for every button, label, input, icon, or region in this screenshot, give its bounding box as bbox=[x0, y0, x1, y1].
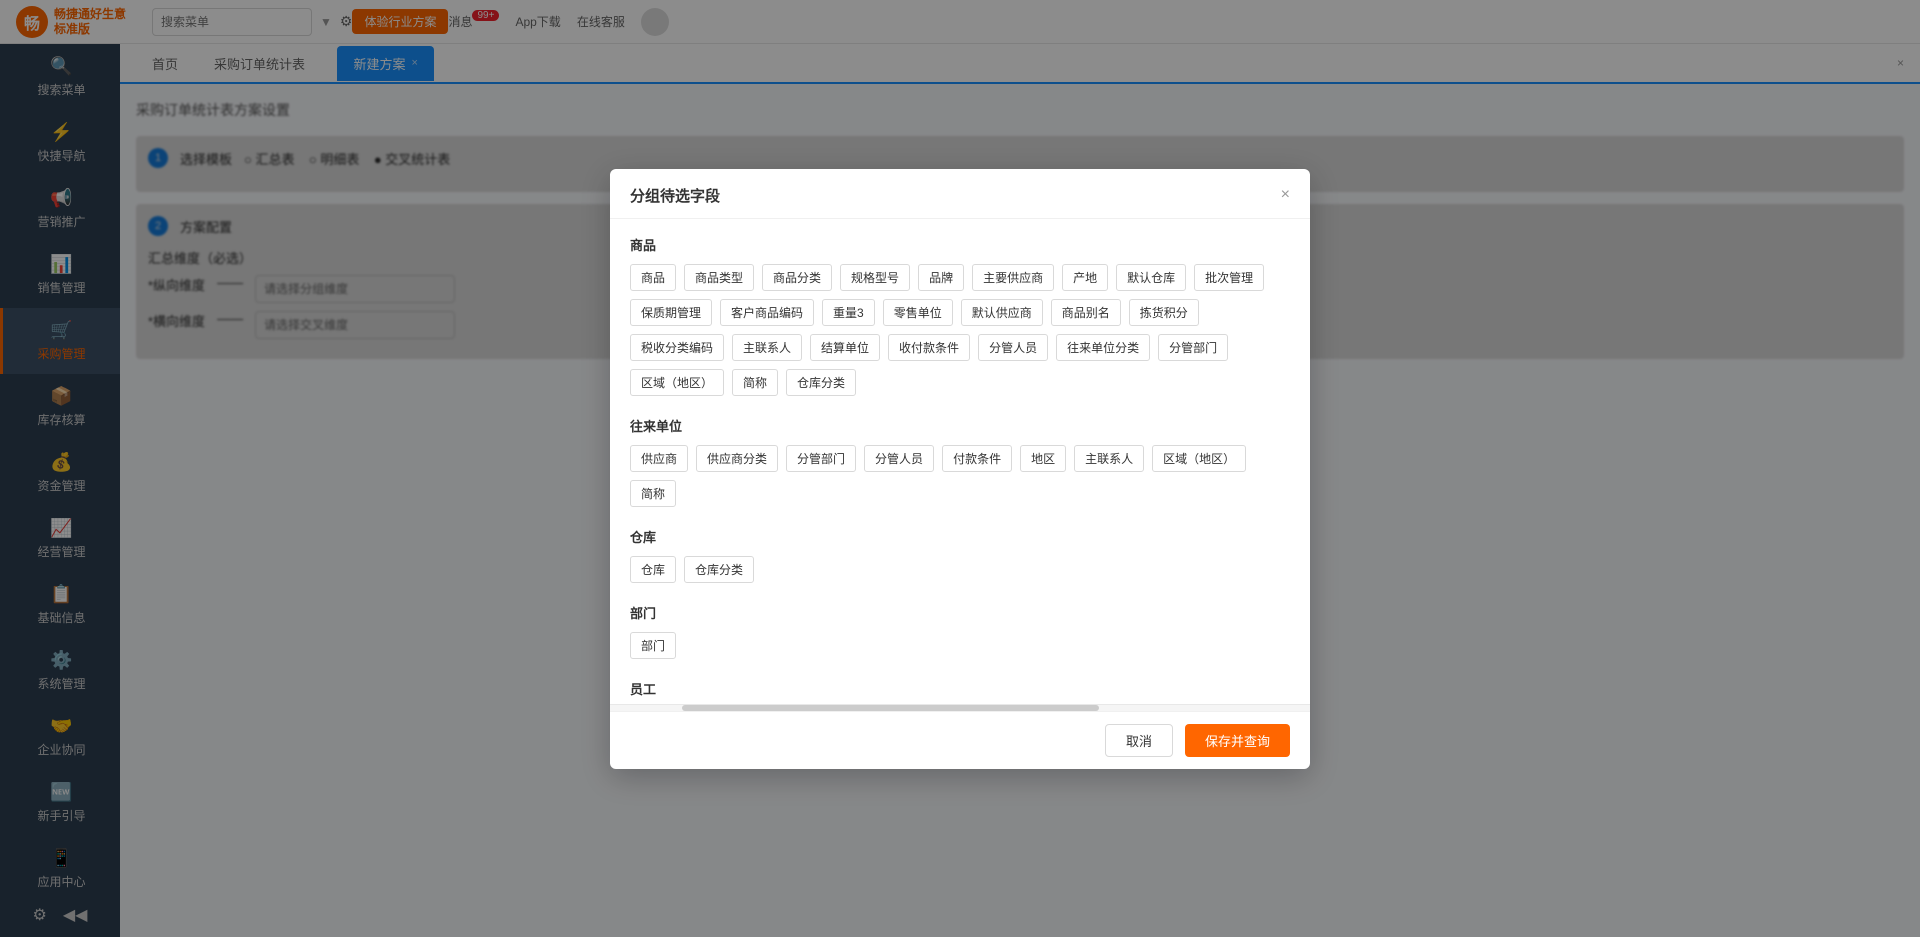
field-tags-warehouse: 仓库 仓库分类 bbox=[630, 556, 1290, 583]
field-tags-goods: 商品 商品类型 商品分类 规格型号 品牌 主要供应商 产地 默认仓库 批次管理 … bbox=[630, 264, 1290, 396]
modal-field-selector: 分组待选字段 × 商品 商品 商品类型 商品分类 规格型号 品牌 主要供应商 产… bbox=[610, 169, 1310, 769]
modal-confirm-btn[interactable]: 保存并查询 bbox=[1185, 724, 1290, 757]
field-tag-retail-unit[interactable]: 零售单位 bbox=[883, 299, 953, 326]
field-tag-weight[interactable]: 重量3 bbox=[822, 299, 875, 326]
field-section-goods: 商品 商品 商品类型 商品分类 规格型号 品牌 主要供应商 产地 默认仓库 批次… bbox=[630, 235, 1290, 396]
field-tag-main-supplier[interactable]: 主要供应商 bbox=[972, 264, 1054, 291]
field-section-department: 部门 部门 bbox=[630, 603, 1290, 659]
field-tag-supplier[interactable]: 供应商 bbox=[630, 445, 688, 472]
field-section-partner: 往来单位 供应商 供应商分类 分管部门 分管人员 付款条件 地区 主联系人 区域… bbox=[630, 416, 1290, 507]
modal-close-btn[interactable]: × bbox=[1281, 186, 1290, 204]
field-tag-warehouse-category[interactable]: 仓库分类 bbox=[786, 369, 856, 396]
modal-title: 分组待选字段 bbox=[630, 185, 720, 206]
field-tag-partner-contact[interactable]: 主联系人 bbox=[1074, 445, 1144, 472]
section-title-goods: 商品 bbox=[630, 235, 1290, 254]
field-tag-main-contact[interactable]: 主联系人 bbox=[732, 334, 802, 361]
field-tag-origin[interactable]: 产地 bbox=[1062, 264, 1108, 291]
field-tag-shelf-life[interactable]: 保质期管理 bbox=[630, 299, 712, 326]
field-tags-partner: 供应商 供应商分类 分管部门 分管人员 付款条件 地区 主联系人 区域（地区） … bbox=[630, 445, 1290, 507]
field-tag-tax-code[interactable]: 税收分类编码 bbox=[630, 334, 724, 361]
modal-body[interactable]: 商品 商品 商品类型 商品分类 规格型号 品牌 主要供应商 产地 默认仓库 批次… bbox=[610, 219, 1310, 704]
field-tag-short-name[interactable]: 简称 bbox=[732, 369, 778, 396]
field-tag-partner-category[interactable]: 往来单位分类 bbox=[1056, 334, 1150, 361]
field-tag-batch-mgmt[interactable]: 批次管理 bbox=[1194, 264, 1264, 291]
field-tag-pick-score[interactable]: 拣货积分 bbox=[1129, 299, 1199, 326]
field-tag-default-warehouse[interactable]: 默认仓库 bbox=[1116, 264, 1186, 291]
field-tag-partner-dept[interactable]: 分管部门 bbox=[786, 445, 856, 472]
modal-overlay: 分组待选字段 × 商品 商品 商品类型 商品分类 规格型号 品牌 主要供应商 产… bbox=[0, 0, 1920, 937]
field-tag-spec-model[interactable]: 规格型号 bbox=[840, 264, 910, 291]
modal-cancel-btn[interactable]: 取消 bbox=[1105, 724, 1173, 757]
field-tag-partner-supervisor[interactable]: 分管人员 bbox=[864, 445, 934, 472]
field-section-warehouse: 仓库 仓库 仓库分类 bbox=[630, 527, 1290, 583]
modal-footer: 取消 保存并查询 bbox=[610, 711, 1310, 769]
section-title-department: 部门 bbox=[630, 603, 1290, 622]
field-tag-area[interactable]: 地区 bbox=[1020, 445, 1066, 472]
field-section-employee: 员工 业务员 bbox=[630, 679, 1290, 704]
section-title-partner: 往来单位 bbox=[630, 416, 1290, 435]
section-title-warehouse: 仓库 bbox=[630, 527, 1290, 546]
field-tag-customer-code[interactable]: 客户商品编码 bbox=[720, 299, 814, 326]
modal-header: 分组待选字段 × bbox=[610, 169, 1310, 219]
field-tag-goods-alias[interactable]: 商品别名 bbox=[1051, 299, 1121, 326]
field-tag-region[interactable]: 区域（地区） bbox=[630, 369, 724, 396]
field-tag-warehouse[interactable]: 仓库 bbox=[630, 556, 676, 583]
field-tag-goods-type[interactable]: 商品类型 bbox=[684, 264, 754, 291]
modal-hscrollbar[interactable] bbox=[610, 704, 1310, 711]
field-tag-dept[interactable]: 分管部门 bbox=[1158, 334, 1228, 361]
field-tag-payment-terms[interactable]: 收付款条件 bbox=[888, 334, 970, 361]
field-tag-settlement-unit[interactable]: 结算单位 bbox=[810, 334, 880, 361]
field-tag-payment-cond[interactable]: 付款条件 bbox=[942, 445, 1012, 472]
field-tag-goods-category[interactable]: 商品分类 bbox=[762, 264, 832, 291]
field-tag-warehouse-cat[interactable]: 仓库分类 bbox=[684, 556, 754, 583]
field-tag-department[interactable]: 部门 bbox=[630, 632, 676, 659]
section-title-employee: 员工 bbox=[630, 679, 1290, 698]
field-tag-supplier-category[interactable]: 供应商分类 bbox=[696, 445, 778, 472]
field-tag-goods[interactable]: 商品 bbox=[630, 264, 676, 291]
field-tag-partner-short[interactable]: 简称 bbox=[630, 480, 676, 507]
field-tag-brand[interactable]: 品牌 bbox=[918, 264, 964, 291]
field-tag-default-supplier[interactable]: 默认供应商 bbox=[961, 299, 1043, 326]
field-tag-supervisor[interactable]: 分管人员 bbox=[978, 334, 1048, 361]
field-tags-department: 部门 bbox=[630, 632, 1290, 659]
field-tag-partner-region[interactable]: 区域（地区） bbox=[1152, 445, 1246, 472]
